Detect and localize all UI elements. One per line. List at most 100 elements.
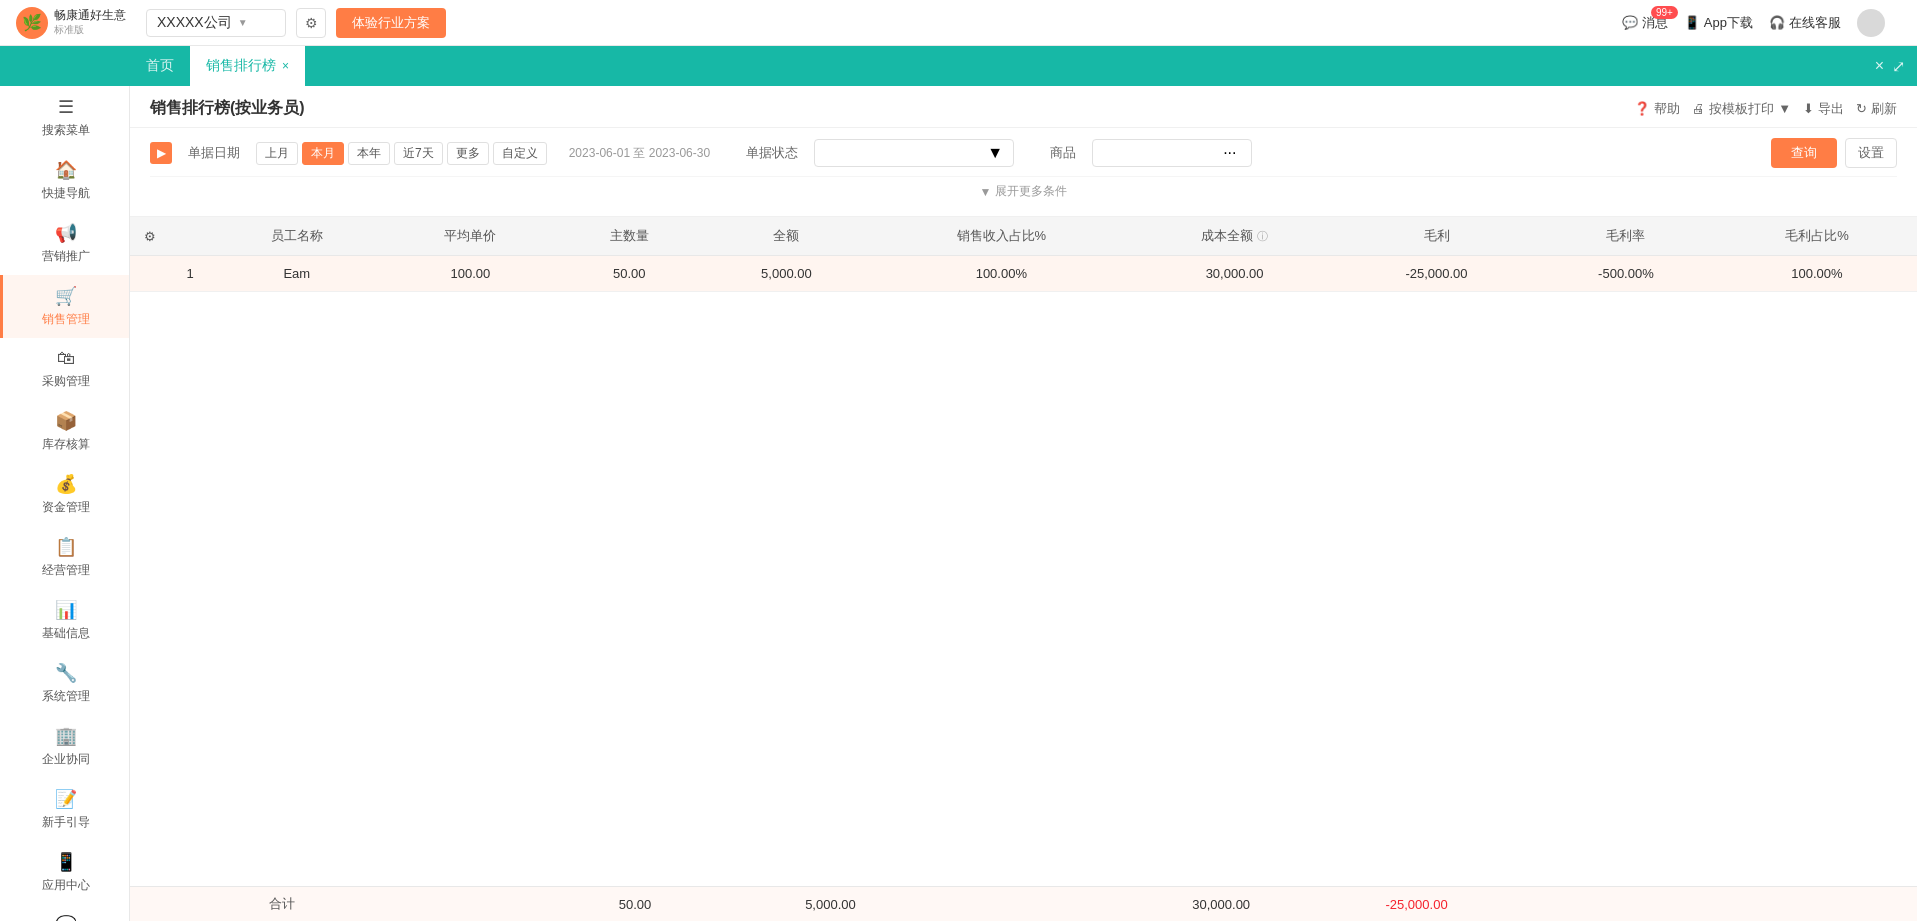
headset-icon: 🎧 xyxy=(1769,15,1785,30)
app-download[interactable]: 📱 App下载 xyxy=(1684,14,1753,32)
sidebar-label-system: 系统管理 xyxy=(42,688,90,705)
refresh-icon: ↻ xyxy=(1856,101,1867,116)
filter-bar: ▶ 单据日期 上月 本月 本年 近7天 更多 自定义 2023-06-01 至 … xyxy=(130,128,1917,217)
col-profit-ratio: 毛利占比% xyxy=(1717,217,1917,256)
settings-icon[interactable]: ⚙ xyxy=(296,8,326,38)
date-btn-7days[interactable]: 近7天 xyxy=(394,142,443,165)
user-avatar[interactable] xyxy=(1857,9,1885,37)
company-selector[interactable]: XXXXX公司 ▼ xyxy=(146,9,286,37)
date-btn-last-month[interactable]: 上月 xyxy=(256,142,298,165)
logo-text: 畅康通好生意 xyxy=(54,8,126,24)
sidebar-item-inventory[interactable]: 📦 库存核算 xyxy=(0,400,129,463)
footer-cost: 30,000.00 xyxy=(1124,897,1319,912)
content-area: 销售排行榜(按业务员) ❓ 帮助 🖨 按模板打印 ▼ ⬇ 导出 ↻ 刷新 xyxy=(130,86,1917,921)
expand-label: 展开更多条件 xyxy=(995,183,1067,200)
tab-right-buttons: × ⤢ xyxy=(1875,46,1917,86)
main-layout: ☰ 搜索菜单 🏠 快捷导航 📢 营销推广 🛒 销售管理 🛍 采购管理 📦 库存核… xyxy=(0,86,1917,921)
filter-row: ▶ 单据日期 上月 本月 本年 近7天 更多 自定义 2023-06-01 至 … xyxy=(150,138,1897,168)
purchase-icon: 🛍 xyxy=(57,348,75,369)
export-label: 导出 xyxy=(1818,100,1844,118)
refresh-button[interactable]: ↻ 刷新 xyxy=(1856,100,1897,118)
export-button[interactable]: ⬇ 导出 xyxy=(1803,100,1844,118)
date-btn-this-year[interactable]: 本年 xyxy=(348,142,390,165)
table-footer: 合计 50.00 5,000.00 30,000.00 -25,000.00 xyxy=(130,886,1917,921)
date-range-display: 2023-06-01 至 2023-06-30 xyxy=(569,145,710,162)
print-icon: 🖨 xyxy=(1692,101,1705,116)
goods-input-area: ··· xyxy=(1092,139,1252,167)
table-header-row: ⚙ 员工名称 平均单价 主数量 全额 销售收入占比% 成本全额 ⓘ 毛利 毛利率… xyxy=(130,217,1917,256)
app-center-icon: 📱 xyxy=(55,851,77,873)
app-download-label: App下载 xyxy=(1704,14,1753,32)
header-actions: ❓ 帮助 🖨 按模板打印 ▼ ⬇ 导出 ↻ 刷新 xyxy=(1634,100,1897,118)
message-badge: 99+ xyxy=(1651,6,1678,19)
sidebar-label-purchase: 采购管理 xyxy=(42,373,90,390)
tab-sales-ranking[interactable]: 销售排行榜 × xyxy=(190,46,305,86)
sidebar-item-enterprise[interactable]: 🏢 企业协同 xyxy=(0,715,129,778)
message-area[interactable]: 💬 消息 99+ xyxy=(1622,14,1668,32)
sidebar-item-search[interactable]: ☰ 搜索菜单 xyxy=(0,86,129,149)
page-title: 销售排行榜(按业务员) xyxy=(150,98,305,119)
logo-area: 🌿 畅康通好生意 标准版 xyxy=(16,7,136,39)
col-quantity: 主数量 xyxy=(557,217,701,256)
top-right-area: 💬 消息 99+ 📱 App下载 🎧 在线客服 xyxy=(1622,9,1901,37)
date-btn-this-month[interactable]: 本月 xyxy=(302,142,344,165)
wechat-icon: 💬 xyxy=(55,914,77,921)
sidebar-label-sales: 销售管理 xyxy=(42,311,90,328)
col-avg-price: 平均单价 xyxy=(384,217,558,256)
sidebar-item-marketing[interactable]: 📢 营销推广 xyxy=(0,212,129,275)
date-buttons: 上月 本月 本年 近7天 更多 自定义 xyxy=(256,142,547,165)
online-service[interactable]: 🎧 在线客服 xyxy=(1769,14,1841,32)
sidebar-item-wechat[interactable]: 💬 企业微信 xyxy=(0,904,129,921)
table-settings-button[interactable]: 设置 xyxy=(1845,138,1897,168)
col-rank xyxy=(170,217,210,256)
sidebar-label-beginner: 新手引导 xyxy=(42,814,90,831)
expand-more-conditions[interactable]: ▼ 展开更多条件 xyxy=(150,176,1897,206)
sidebar-item-finance[interactable]: 💰 资金管理 xyxy=(0,463,129,526)
col-profit: 毛利 xyxy=(1338,217,1535,256)
row-settings-cell xyxy=(130,256,170,292)
col-employee: 员工名称 xyxy=(210,217,384,256)
sidebar-item-sales[interactable]: 🛒 销售管理 xyxy=(0,275,129,338)
sidebar-item-operations[interactable]: 📋 经营管理 xyxy=(0,526,129,589)
row-rank-cell: 1 xyxy=(170,256,210,292)
trial-button[interactable]: 体验行业方案 xyxy=(336,8,446,38)
row-amount-cell: 5,000.00 xyxy=(701,256,871,292)
sidebar-item-app-center[interactable]: 📱 应用中心 xyxy=(0,841,129,904)
window-maximize-icon[interactable]: ⤢ xyxy=(1892,57,1905,76)
sidebar-label-basic-info: 基础信息 xyxy=(42,625,90,642)
date-btn-more[interactable]: 更多 xyxy=(447,142,489,165)
sidebar-item-quick-nav[interactable]: 🏠 快捷导航 xyxy=(0,149,129,212)
help-button[interactable]: ❓ 帮助 xyxy=(1634,100,1680,118)
tab-home[interactable]: 首页 xyxy=(130,46,190,86)
sidebar-label-search: 搜索菜单 xyxy=(42,122,90,139)
tab-close-icon[interactable]: × xyxy=(282,59,289,73)
finance-icon: 💰 xyxy=(55,473,77,495)
refresh-label: 刷新 xyxy=(1871,100,1897,118)
col-settings[interactable]: ⚙ xyxy=(130,217,170,256)
footer-quantity: 50.00 xyxy=(537,897,732,912)
sidebar-label-app-center: 应用中心 xyxy=(42,877,90,894)
sidebar-label-finance: 资金管理 xyxy=(42,499,90,516)
page-header: 销售排行榜(按业务员) ❓ 帮助 🖨 按模板打印 ▼ ⬇ 导出 ↻ 刷新 xyxy=(130,86,1917,128)
chevron-down-icon: ▼ xyxy=(980,185,992,199)
sidebar-label-operations: 经营管理 xyxy=(42,562,90,579)
sidebar-item-system[interactable]: 🔧 系统管理 xyxy=(0,652,129,715)
company-name: XXXXX公司 xyxy=(157,14,232,32)
window-close-icon[interactable]: × xyxy=(1875,57,1884,75)
ellipsis-icon[interactable]: ··· xyxy=(1223,144,1236,162)
sidebar-item-beginner[interactable]: 📝 新手引导 xyxy=(0,778,129,841)
status-selector[interactable]: ▼ xyxy=(814,139,1014,167)
table-row: 1 Eam 100.00 50.00 5,000.00 100.00% 30,0… xyxy=(130,256,1917,292)
goods-search-input[interactable] xyxy=(1103,146,1223,161)
col-cost: 成本全额 ⓘ xyxy=(1131,217,1338,256)
table-area: ⚙ 员工名称 平均单价 主数量 全额 销售收入占比% 成本全额 ⓘ 毛利 毛利率… xyxy=(130,217,1917,921)
sidebar-label-enterprise: 企业协同 xyxy=(42,751,90,768)
sidebar-item-basic-info[interactable]: 📊 基础信息 xyxy=(0,589,129,652)
filter-toggle-button[interactable]: ▶ xyxy=(150,142,172,164)
logo-sub: 标准版 xyxy=(54,23,126,37)
message-icon: 💬 xyxy=(1622,15,1638,30)
sidebar-item-purchase[interactable]: 🛍 采购管理 xyxy=(0,338,129,400)
print-button[interactable]: 🖨 按模板打印 ▼ xyxy=(1692,100,1791,118)
search-button[interactable]: 查询 xyxy=(1771,138,1837,168)
date-btn-custom[interactable]: 自定义 xyxy=(493,142,547,165)
